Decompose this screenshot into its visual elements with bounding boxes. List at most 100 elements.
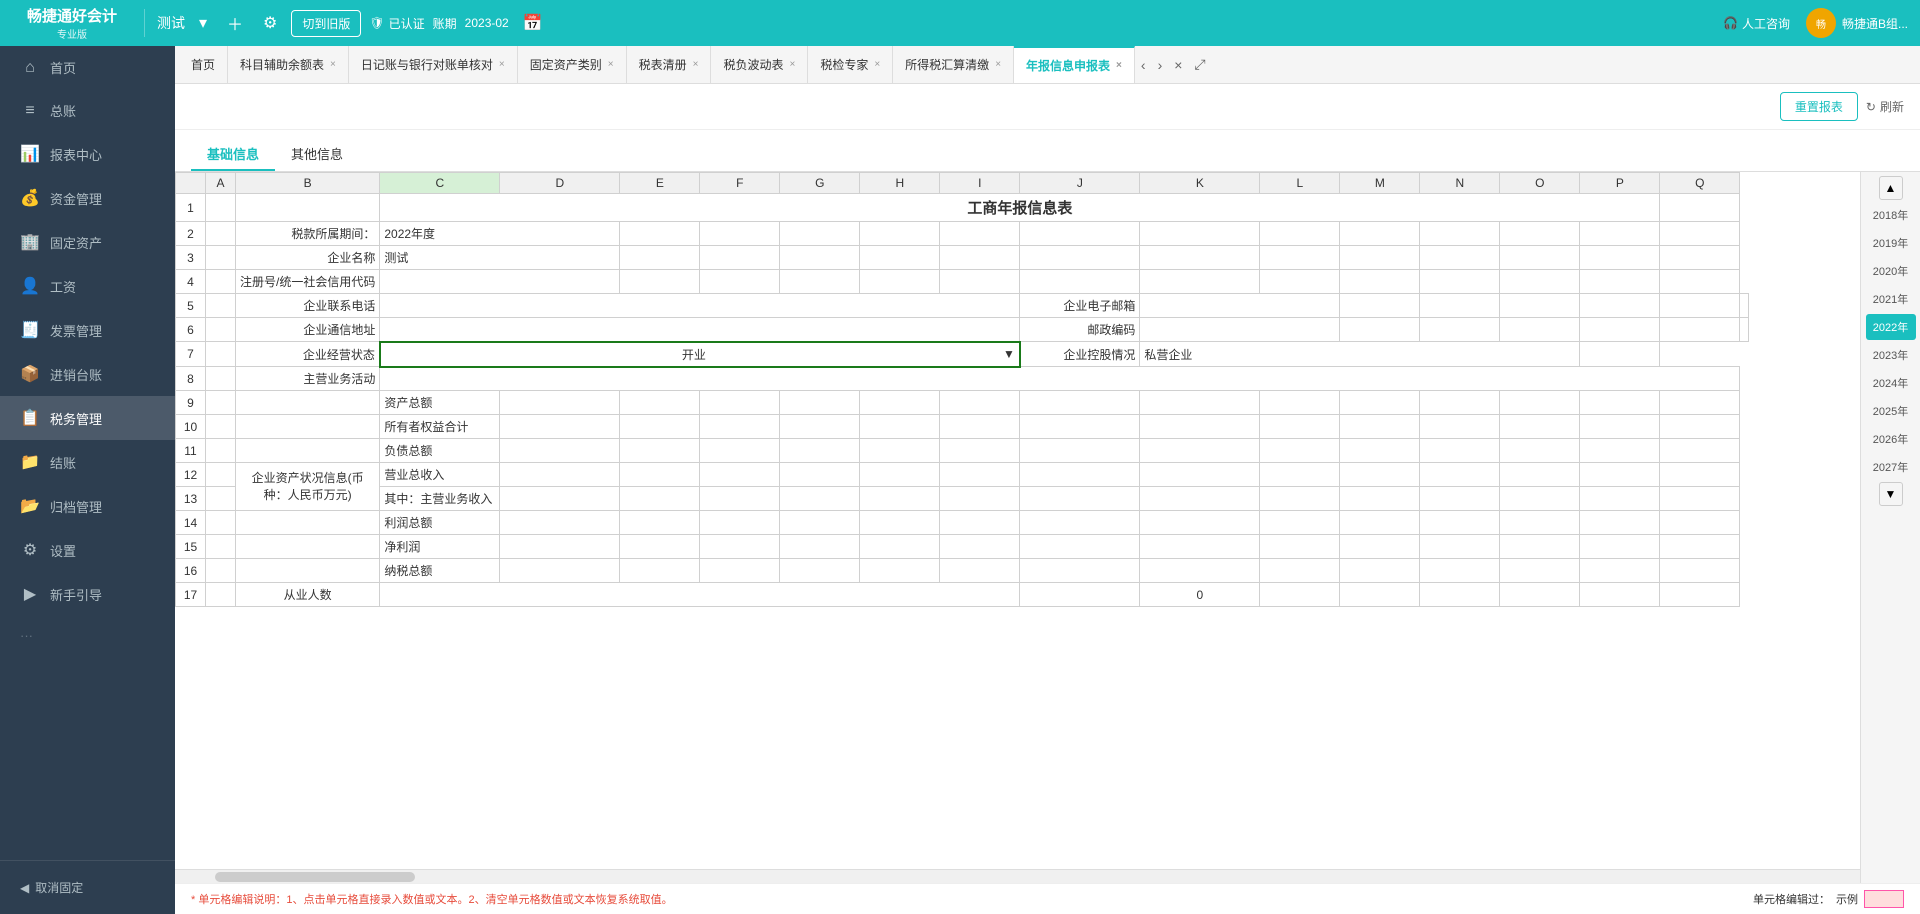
year-item-2023[interactable]: 2023年 [1866,342,1916,368]
cell-12-b[interactable]: 企业资产状况信息(币种：人民币万元) [236,463,380,511]
cell-5-b[interactable]: 企业联系电话 [236,294,380,318]
cell-3-j[interactable] [1020,246,1140,270]
cell-4-o[interactable] [1500,270,1580,294]
cell-4-p[interactable] [1580,270,1660,294]
cell-10-i[interactable] [940,415,1020,439]
cell-11-a[interactable] [206,439,236,463]
cell-12-h[interactable] [860,463,940,487]
cell-14-b[interactable] [236,511,380,535]
cell-2-i[interactable] [940,222,1020,246]
cell-10-l[interactable] [1260,415,1340,439]
cell-17-n[interactable] [1420,583,1500,607]
sidebar-item-tax[interactable]: 📋 税务管理 [0,396,175,440]
cell-9-i[interactable] [940,391,1020,415]
cell-4-q[interactable] [1660,270,1740,294]
cell-15-i[interactable] [940,535,1020,559]
cell-7-k[interactable]: 私营企业 [1140,342,1580,367]
tab-annual-report[interactable]: 年报信息申报表 × [1014,46,1135,84]
cell-13-o[interactable] [1500,487,1580,511]
year-item-2025[interactable]: 2025年 [1866,398,1916,424]
cell-11-m[interactable] [1340,439,1420,463]
cell-10-o[interactable] [1500,415,1580,439]
cell-15-h[interactable] [860,535,940,559]
cell-6-p[interactable] [1660,318,1740,342]
cell-5-o[interactable] [1580,294,1660,318]
cell-17-j[interactable] [1020,583,1140,607]
cell-9-g[interactable] [780,391,860,415]
cell-4-k[interactable] [1140,270,1260,294]
tab-close-fixed-asset[interactable]: × [608,59,614,70]
cell-2-n[interactable] [1420,222,1500,246]
cell-13-k[interactable] [1140,487,1260,511]
cell-10-a[interactable] [206,415,236,439]
cell-13-q[interactable] [1660,487,1740,511]
cell-2-q[interactable] [1660,222,1740,246]
reset-report-button[interactable]: 重置报表 [1780,92,1858,121]
cell-17-b[interactable]: 从业人数 [236,583,380,607]
sidebar-item-fund[interactable]: 💰 资金管理 [0,176,175,220]
cell-6-m[interactable] [1420,318,1500,342]
tab-tax-wave[interactable]: 税负波动表 × [711,46,808,84]
cell-14-m[interactable] [1340,511,1420,535]
cell-14-g[interactable] [780,511,860,535]
cell-11-f[interactable] [700,439,780,463]
tab-journal[interactable]: 日记账与银行对账单核对 × [349,46,518,84]
cell-5-a[interactable] [206,294,236,318]
cell-7-c-dropdown[interactable]: 开业 ▼ [380,342,1020,367]
cell-10-e[interactable] [620,415,700,439]
cell-4-l[interactable] [1260,270,1340,294]
cell-17-q[interactable] [1660,583,1740,607]
cell-5-p[interactable] [1660,294,1740,318]
cell-13-c[interactable]: 其中：主营业务收入 [380,487,500,511]
cell-16-f[interactable] [700,559,780,583]
cell-2-l[interactable] [1260,222,1340,246]
horizontal-scrollbar[interactable] [175,869,1860,883]
cell-9-p[interactable] [1580,391,1660,415]
cell-7-q[interactable] [1580,342,1660,367]
sidebar-item-close[interactable]: 📁 结账 [0,440,175,484]
cell-16-b[interactable] [236,559,380,583]
cell-10-f[interactable] [700,415,780,439]
cell-11-d[interactable] [500,439,620,463]
cell-14-c[interactable]: 利润总额 [380,511,500,535]
cell-3-b[interactable]: 企业名称 [236,246,380,270]
cell-17-k[interactable]: 0 [1140,583,1260,607]
cell-4-f[interactable] [700,270,780,294]
cell-3-a[interactable] [206,246,236,270]
col-header-c[interactable]: C [380,173,500,194]
refresh-button[interactable]: ↻ 刷新 [1866,98,1904,115]
sidebar-item-invoice[interactable]: 🧾 发票管理 [0,308,175,352]
cell-17-p[interactable] [1580,583,1660,607]
cell-13-j[interactable] [1020,487,1140,511]
cell-5-c[interactable] [380,294,1020,318]
cell-7-a[interactable] [206,342,236,367]
cell-4-a[interactable] [206,270,236,294]
cell-14-n[interactable] [1420,511,1500,535]
cell-14-e[interactable] [620,511,700,535]
cell-16-n[interactable] [1420,559,1500,583]
cell-4-g[interactable] [780,270,860,294]
year-item-2021[interactable]: 2021年 [1866,286,1916,312]
cell-8-c[interactable] [380,367,1740,391]
year-item-2026[interactable]: 2026年 [1866,426,1916,452]
cell-14-d[interactable] [500,511,620,535]
cell-13-g[interactable] [780,487,860,511]
cell-14-a[interactable] [206,511,236,535]
cell-11-e[interactable] [620,439,700,463]
cell-12-k[interactable] [1140,463,1260,487]
calendar-icon[interactable]: 📅 [517,9,549,37]
cell-8-b[interactable]: 主营业务活动 [236,367,380,391]
cell-9-f[interactable] [700,391,780,415]
cell-5-l[interactable] [1340,294,1420,318]
sidebar-item-payroll[interactable]: 👤 工资 [0,264,175,308]
cell-12-i[interactable] [940,463,1020,487]
cell-10-b[interactable] [236,415,380,439]
settings-btn[interactable]: ⚙ [257,9,283,37]
cell-2-k[interactable] [1140,222,1260,246]
cell-15-g[interactable] [780,535,860,559]
cell-16-j[interactable] [1020,559,1140,583]
col-header-k[interactable]: K [1140,173,1260,194]
cell-9-q[interactable] [1660,391,1740,415]
cell-2-e[interactable] [620,222,700,246]
cell-15-d[interactable] [500,535,620,559]
